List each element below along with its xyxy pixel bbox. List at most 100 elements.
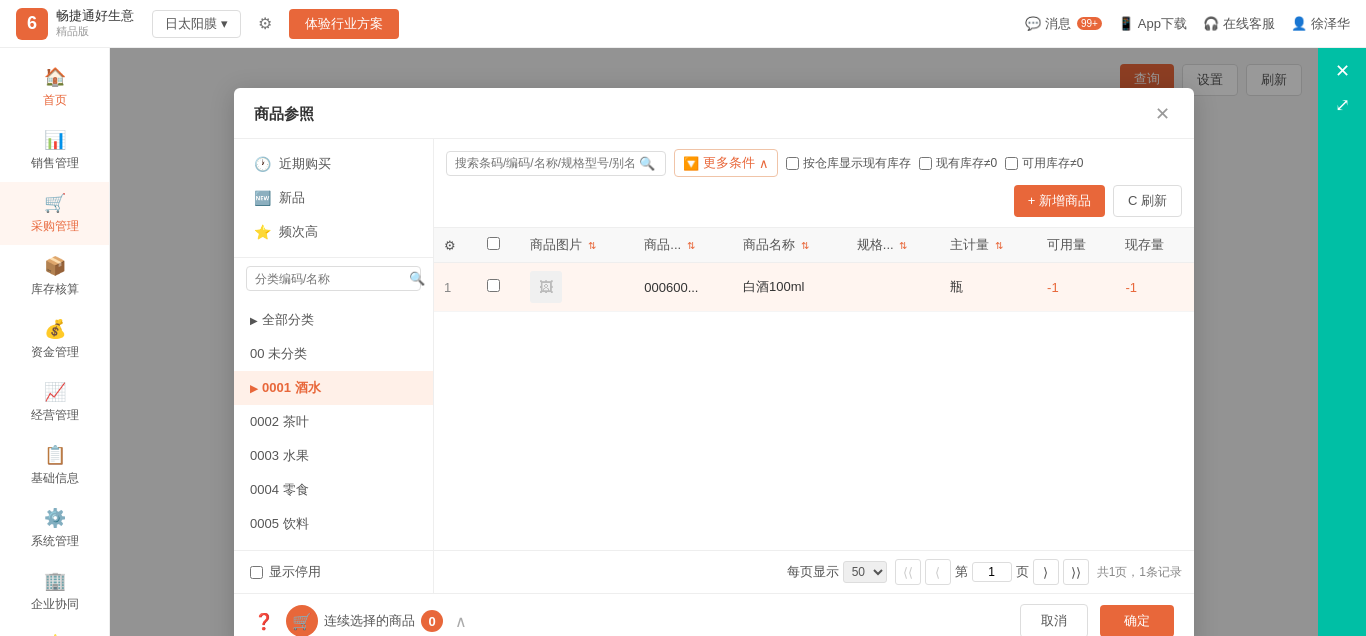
user-profile[interactable]: 👤 徐泽华 bbox=[1291, 15, 1350, 33]
warehouse-checkbox-group: 按仓库显示现有库存 bbox=[786, 155, 911, 172]
sidebar-item-home[interactable]: 🏠 首页 bbox=[0, 56, 109, 119]
cat-item-0004[interactable]: 0004 零食 bbox=[234, 473, 433, 507]
sidebar-label-sales: 销售管理 bbox=[31, 155, 79, 172]
sidebar-item-inventory[interactable]: 📦 库存核算 bbox=[0, 245, 109, 308]
th-settings[interactable]: ⚙ bbox=[434, 228, 477, 263]
chevron-up-icon: ∧ bbox=[759, 156, 769, 171]
page-prev-btn[interactable]: ⟨ bbox=[925, 559, 951, 585]
product-image: 🖼 bbox=[530, 271, 562, 303]
sidebar-item-sales[interactable]: 📊 销售管理 bbox=[0, 119, 109, 182]
online-service-btn[interactable]: 🎧 在线客服 bbox=[1203, 15, 1275, 33]
confirm-btn[interactable]: 确定 bbox=[1100, 605, 1174, 636]
page-last-btn[interactable]: ⟩⟩ bbox=[1063, 559, 1089, 585]
th-checkbox[interactable] bbox=[477, 228, 521, 263]
row-checkbox-cell[interactable] bbox=[477, 263, 521, 312]
main-layout: 🏠 首页 📊 销售管理 🛒 采购管理 📦 库存核算 💰 资金管理 📈 经营管理 … bbox=[0, 48, 1366, 636]
sidebar-item-guide[interactable]: 🌟 新手引导 bbox=[0, 623, 109, 636]
row-spec bbox=[847, 263, 941, 312]
page-nav: ⟨⟨ ⟨ 第 页 ⟩ ⟩⟩ bbox=[895, 559, 1089, 585]
cart-icon: 🛒 bbox=[286, 605, 318, 636]
sidebar-item-purchase[interactable]: 🛒 采购管理 bbox=[0, 182, 109, 245]
system-icon: ⚙️ bbox=[44, 507, 66, 529]
cat-item-0002[interactable]: 0002 茶叶 bbox=[234, 405, 433, 439]
close-panel-btn[interactable]: ✕ bbox=[1331, 56, 1354, 86]
help-icon[interactable]: ❓ bbox=[254, 612, 274, 631]
sidebar-item-finance[interactable]: 💰 资金管理 bbox=[0, 308, 109, 371]
cancel-btn[interactable]: 取消 bbox=[1020, 604, 1088, 636]
page-first-btn[interactable]: ⟨⟨ bbox=[895, 559, 921, 585]
purchase-icon: 🛒 bbox=[44, 192, 66, 214]
page-next-btn[interactable]: ⟩ bbox=[1033, 559, 1059, 585]
sidebar-label-inventory: 库存核算 bbox=[31, 281, 79, 298]
search-icon: 🔍 bbox=[409, 271, 425, 286]
th-name[interactable]: 商品名称 ⇅ bbox=[733, 228, 847, 263]
modal-close-btn[interactable]: ✕ bbox=[1150, 102, 1174, 126]
product-search-input[interactable] bbox=[455, 156, 635, 170]
cat-item-00[interactable]: 00 未分类 bbox=[234, 337, 433, 371]
message-icon: 💬 bbox=[1025, 16, 1041, 31]
page-input[interactable] bbox=[972, 562, 1012, 582]
row-img-cell: 🖼 bbox=[520, 263, 634, 312]
table-row[interactable]: 1 🖼 000600... 白酒100ml bbox=[434, 263, 1194, 312]
product-reference-modal: 商品参照 ✕ 🕐 近期购买 🆕 新品 bbox=[234, 88, 1194, 636]
sidebar-label-finance: 资金管理 bbox=[31, 344, 79, 361]
cat-item-0001[interactable]: ▶ 0001 酒水 bbox=[234, 371, 433, 405]
select-all-checkbox[interactable] bbox=[487, 237, 500, 250]
sidebar-label-home: 首页 bbox=[43, 92, 67, 109]
high-frequency-btn[interactable]: ⭐ 频次高 bbox=[246, 217, 421, 247]
sales-icon: 📊 bbox=[44, 129, 66, 151]
row-available: -1 bbox=[1037, 263, 1115, 312]
chevron-down-icon: ▾ bbox=[221, 16, 228, 31]
cat-item-all[interactable]: ▶ 全部分类 bbox=[234, 303, 433, 337]
refresh-table-btn[interactable]: C 刷新 bbox=[1113, 185, 1182, 217]
experience-btn[interactable]: 体验行业方案 bbox=[289, 9, 399, 39]
row-unit: 瓶 bbox=[940, 263, 1037, 312]
cat-item-0003[interactable]: 0003 水果 bbox=[234, 439, 433, 473]
stock-nonzero-checkbox[interactable] bbox=[919, 157, 932, 170]
recent-purchase-btn[interactable]: 🕐 近期购买 bbox=[246, 149, 421, 179]
sidebar-item-system[interactable]: ⚙️ 系统管理 bbox=[0, 497, 109, 560]
nav-dropdown[interactable]: 日太阳膜 ▾ bbox=[152, 10, 241, 38]
cart-area[interactable]: 🛒 连续选择的商品 0 bbox=[286, 605, 443, 636]
table-body: 1 🖼 000600... 白酒100ml bbox=[434, 263, 1194, 312]
collapse-cart-icon[interactable]: ∧ bbox=[455, 612, 467, 631]
sidebar-item-enterprise[interactable]: 🏢 企业协同 bbox=[0, 560, 109, 623]
stock-nonzero-checkbox-group: 现有库存≠0 bbox=[919, 155, 997, 172]
sidebar-label-purchase: 采购管理 bbox=[31, 218, 79, 235]
th-spec[interactable]: 规格... ⇅ bbox=[847, 228, 941, 263]
cat-item-0008[interactable]: 0008 水 bbox=[234, 541, 433, 550]
expand-panel-btn[interactable]: ⤢ bbox=[1331, 90, 1354, 120]
sidebar-item-basics[interactable]: 📋 基础信息 bbox=[0, 434, 109, 497]
per-page-dropdown[interactable]: 50 bbox=[843, 561, 887, 583]
display-disabled-checkbox[interactable] bbox=[250, 566, 263, 579]
row-checkbox[interactable] bbox=[487, 279, 500, 292]
logo-area: 6 畅捷通好生意 精品版 bbox=[16, 8, 136, 40]
search-icon[interactable]: 🔍 bbox=[639, 156, 655, 171]
avatar-icon: 👤 bbox=[1291, 16, 1307, 31]
pagination-bar: 每页显示 50 ⟨⟨ ⟨ 第 页 ⟩ ⟩⟩ 共1页，1条记录 bbox=[434, 550, 1194, 593]
sidebar: 🏠 首页 📊 销售管理 🛒 采购管理 📦 库存核算 💰 资金管理 📈 经营管理 … bbox=[0, 48, 110, 636]
more-filters-btn[interactable]: 🔽 更多条件 ∧ bbox=[674, 149, 778, 177]
messages-btn[interactable]: 💬 消息 99+ bbox=[1025, 15, 1102, 33]
category-search-input[interactable] bbox=[255, 272, 405, 286]
basics-icon: 📋 bbox=[44, 444, 66, 466]
sidebar-item-operations[interactable]: 📈 经营管理 bbox=[0, 371, 109, 434]
sidebar-label-basics: 基础信息 bbox=[31, 470, 79, 487]
per-page-select: 每页显示 50 bbox=[787, 561, 887, 583]
cat-item-0005[interactable]: 0005 饮料 bbox=[234, 507, 433, 541]
product-search-box: 🔍 bbox=[446, 151, 666, 176]
product-toolbar: 🔍 🔽 更多条件 ∧ 按仓库显示现有库存 bbox=[434, 139, 1194, 228]
settings-icon[interactable]: ⚙ bbox=[249, 8, 281, 40]
available-nonzero-checkbox[interactable] bbox=[1005, 157, 1018, 170]
th-code[interactable]: 商品... ⇅ bbox=[634, 228, 733, 263]
th-unit[interactable]: 主计量 ⇅ bbox=[940, 228, 1037, 263]
logo-sub: 精品版 bbox=[56, 24, 134, 39]
toolbar-right: + 新增商品 C 刷新 bbox=[1014, 185, 1182, 217]
app-download-btn[interactable]: 📱 App下载 bbox=[1118, 15, 1187, 33]
warehouse-checkbox[interactable] bbox=[786, 157, 799, 170]
add-product-btn[interactable]: + 新增商品 bbox=[1014, 185, 1105, 217]
nav-right: 💬 消息 99+ 📱 App下载 🎧 在线客服 👤 徐泽华 bbox=[1025, 15, 1350, 33]
modal-body: 🕐 近期购买 🆕 新品 ⭐ 频次高 bbox=[234, 139, 1194, 593]
new-products-btn[interactable]: 🆕 新品 bbox=[246, 183, 421, 213]
th-image[interactable]: 商品图片 ⇅ bbox=[520, 228, 634, 263]
